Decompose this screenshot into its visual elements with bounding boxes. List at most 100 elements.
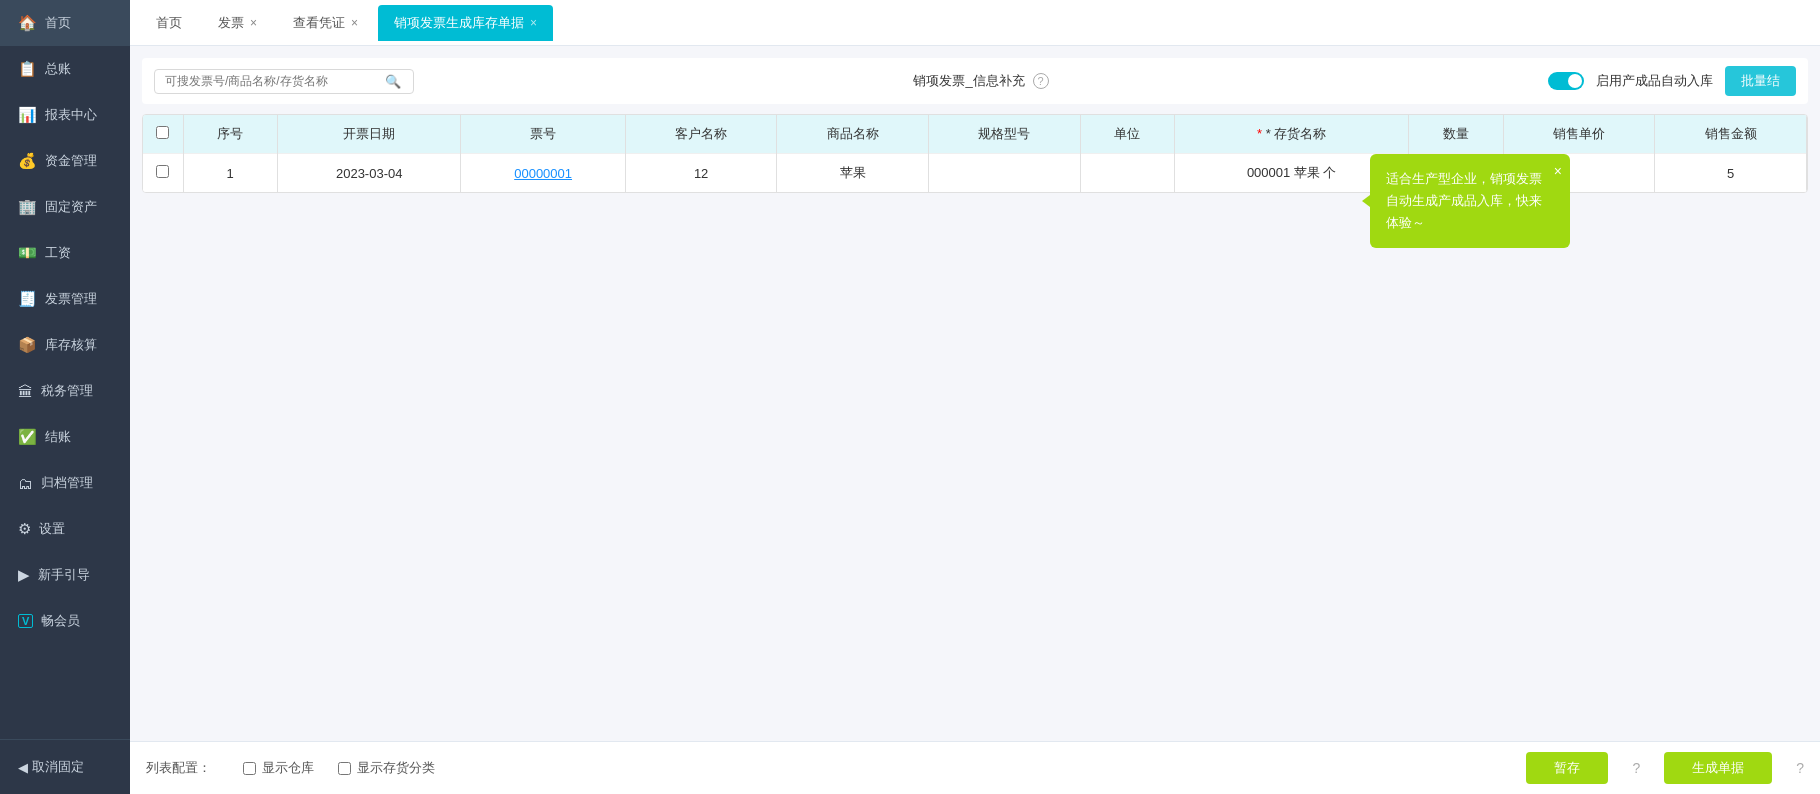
- tooltip-close-button[interactable]: ×: [1554, 160, 1562, 184]
- reports-icon: 📊: [18, 106, 37, 124]
- top-info: 销项发票_信息补充 ?: [913, 72, 1048, 90]
- col-amount: 销售金额: [1655, 115, 1807, 154]
- show-category-checkbox[interactable]: [338, 762, 351, 775]
- col-spec: 规格型号: [929, 115, 1081, 154]
- vip-icon: V: [18, 614, 33, 628]
- tab-sales-voucher-label: 销项发票生成库存单据: [394, 14, 524, 32]
- sidebar-item-label: 首页: [45, 14, 71, 32]
- col-checkbox: [143, 115, 183, 154]
- show-category-label: 显示存货分类: [357, 759, 435, 777]
- ledger-icon: 📋: [18, 60, 37, 78]
- sidebar-item-assets[interactable]: 🏢 固定资产: [0, 184, 130, 230]
- sidebar-item-vip[interactable]: V 畅会员: [0, 598, 130, 644]
- tab-sales-voucher[interactable]: 销项发票生成库存单据 ×: [378, 5, 553, 41]
- sidebar-item-label: 报表中心: [45, 106, 97, 124]
- info-help-icon[interactable]: ?: [1033, 73, 1049, 89]
- row-spec: [929, 154, 1081, 193]
- sidebar-item-archive[interactable]: 🗂 归档管理: [0, 460, 130, 506]
- sidebar-item-label: 归档管理: [41, 474, 93, 492]
- feature-tooltip: × 适合生产型企业，销项发票自动生成产成品入库，快来体验～: [1370, 154, 1570, 248]
- salary-icon: 💵: [18, 244, 37, 262]
- sidebar-item-label: 工资: [45, 244, 71, 262]
- tab-sales-voucher-close[interactable]: ×: [530, 16, 537, 30]
- col-inventory: * * 存货名称: [1175, 115, 1409, 154]
- col-ticket: 票号: [461, 115, 625, 154]
- sidebar-item-label: 固定资产: [45, 198, 97, 216]
- col-date: 开票日期: [277, 115, 460, 154]
- select-all-checkbox[interactable]: [156, 126, 169, 139]
- sidebar-item-settings[interactable]: ⚙ 设置: [0, 506, 130, 552]
- invoice-icon: 🧾: [18, 290, 37, 308]
- show-category-option[interactable]: 显示存货分类: [338, 759, 435, 777]
- search-input[interactable]: [165, 74, 385, 88]
- archive-icon: 🗂: [18, 475, 33, 492]
- col-customer: 客户名称: [625, 115, 777, 154]
- required-star: *: [1257, 126, 1266, 141]
- sidebar-item-ledger[interactable]: 📋 总账: [0, 46, 130, 92]
- tax-icon: 🏛: [18, 383, 33, 400]
- sidebar-item-home[interactable]: 🏠 首页: [0, 0, 130, 46]
- show-warehouse-label: 显示仓库: [262, 759, 314, 777]
- tooltip-text: 适合生产型企业，销项发票自动生成产成品入库，快来体验～: [1386, 171, 1542, 230]
- generate-help-icon[interactable]: ?: [1796, 760, 1804, 776]
- col-unit: 单位: [1080, 115, 1174, 154]
- sidebar-item-invoice[interactable]: 🧾 发票管理: [0, 276, 130, 322]
- sidebar-item-label: 新手引导: [38, 566, 90, 584]
- sidebar-item-reports[interactable]: 📊 报表中心: [0, 92, 130, 138]
- top-bar: 🔍 销项发票_信息补充 ? 启用产成品自动入库 批量结: [142, 58, 1808, 104]
- show-warehouse-option[interactable]: 显示仓库: [243, 759, 314, 777]
- tab-home[interactable]: 首页: [140, 5, 198, 41]
- row-ticket-no[interactable]: 00000001: [461, 154, 625, 193]
- sidebar-item-label: 设置: [39, 520, 65, 538]
- row-checkbox-cell[interactable]: [143, 154, 183, 193]
- sidebar-item-label: 资金管理: [45, 152, 97, 170]
- content-area: 🔍 销项发票_信息补充 ? 启用产成品自动入库 批量结: [130, 46, 1820, 741]
- cancel-fixed-label: 取消固定: [32, 758, 84, 776]
- tab-voucher[interactable]: 查看凭证 ×: [277, 5, 374, 41]
- tab-voucher-close[interactable]: ×: [351, 16, 358, 30]
- show-warehouse-checkbox[interactable]: [243, 762, 256, 775]
- sidebar-item-tax[interactable]: 🏛 税务管理: [0, 368, 130, 414]
- auto-warehouse-toggle[interactable]: [1548, 72, 1584, 90]
- cancel-fixed-icon: ◀: [18, 760, 28, 775]
- sidebar-item-label: 总账: [45, 60, 71, 78]
- row-index: 1: [183, 154, 277, 193]
- top-right: 启用产成品自动入库 批量结: [1548, 66, 1796, 96]
- search-icon[interactable]: 🔍: [385, 74, 401, 89]
- guide-icon: ▶: [18, 566, 30, 584]
- list-config-label: 列表配置：: [146, 759, 211, 777]
- settings-icon: ⚙: [18, 520, 31, 538]
- inventory-icon: 📦: [18, 336, 37, 354]
- tab-invoice[interactable]: 发票 ×: [202, 5, 273, 41]
- row-checkbox[interactable]: [156, 165, 169, 178]
- sidebar-item-label: 畅会员: [41, 612, 80, 630]
- col-index: 序号: [183, 115, 277, 154]
- generate-button[interactable]: 生成单据: [1664, 752, 1772, 784]
- batch-button[interactable]: 批量结: [1725, 66, 1796, 96]
- sidebar-item-salary[interactable]: 💵 工资: [0, 230, 130, 276]
- home-icon: 🏠: [18, 14, 37, 32]
- tab-home-label: 首页: [156, 14, 182, 32]
- save-help-icon[interactable]: ?: [1632, 760, 1640, 776]
- row-amount: 5: [1655, 154, 1807, 193]
- closing-icon: ✅: [18, 428, 37, 446]
- sidebar-item-label: 发票管理: [45, 290, 97, 308]
- sidebar-item-label: 结账: [45, 428, 71, 446]
- sidebar-item-guide[interactable]: ▶ 新手引导: [0, 552, 130, 598]
- col-unit-price: 销售单价: [1503, 115, 1655, 154]
- row-product-name: 苹果: [777, 154, 929, 193]
- toggle-label: 启用产成品自动入库: [1596, 72, 1713, 90]
- assets-icon: 🏢: [18, 198, 37, 216]
- info-label: 销项发票_信息补充: [913, 72, 1024, 90]
- sidebar-item-funds[interactable]: 💰 资金管理: [0, 138, 130, 184]
- bottom-bar: 列表配置： 显示仓库 显示存货分类 暂存 ? 生成单据 ?: [130, 741, 1820, 794]
- sidebar-item-inventory[interactable]: 📦 库存核算: [0, 322, 130, 368]
- search-box[interactable]: 🔍: [154, 69, 414, 94]
- row-unit: [1080, 154, 1174, 193]
- sidebar-item-closing[interactable]: ✅ 结账: [0, 414, 130, 460]
- save-button[interactable]: 暂存: [1526, 752, 1608, 784]
- col-product: 商品名称: [777, 115, 929, 154]
- tab-invoice-close[interactable]: ×: [250, 16, 257, 30]
- cancel-fixed-button[interactable]: ◀ 取消固定: [0, 750, 130, 784]
- main-area: 首页 发票 × 查看凭证 × 销项发票生成库存单据 × 🔍 销项发票_信息补充 …: [130, 0, 1820, 794]
